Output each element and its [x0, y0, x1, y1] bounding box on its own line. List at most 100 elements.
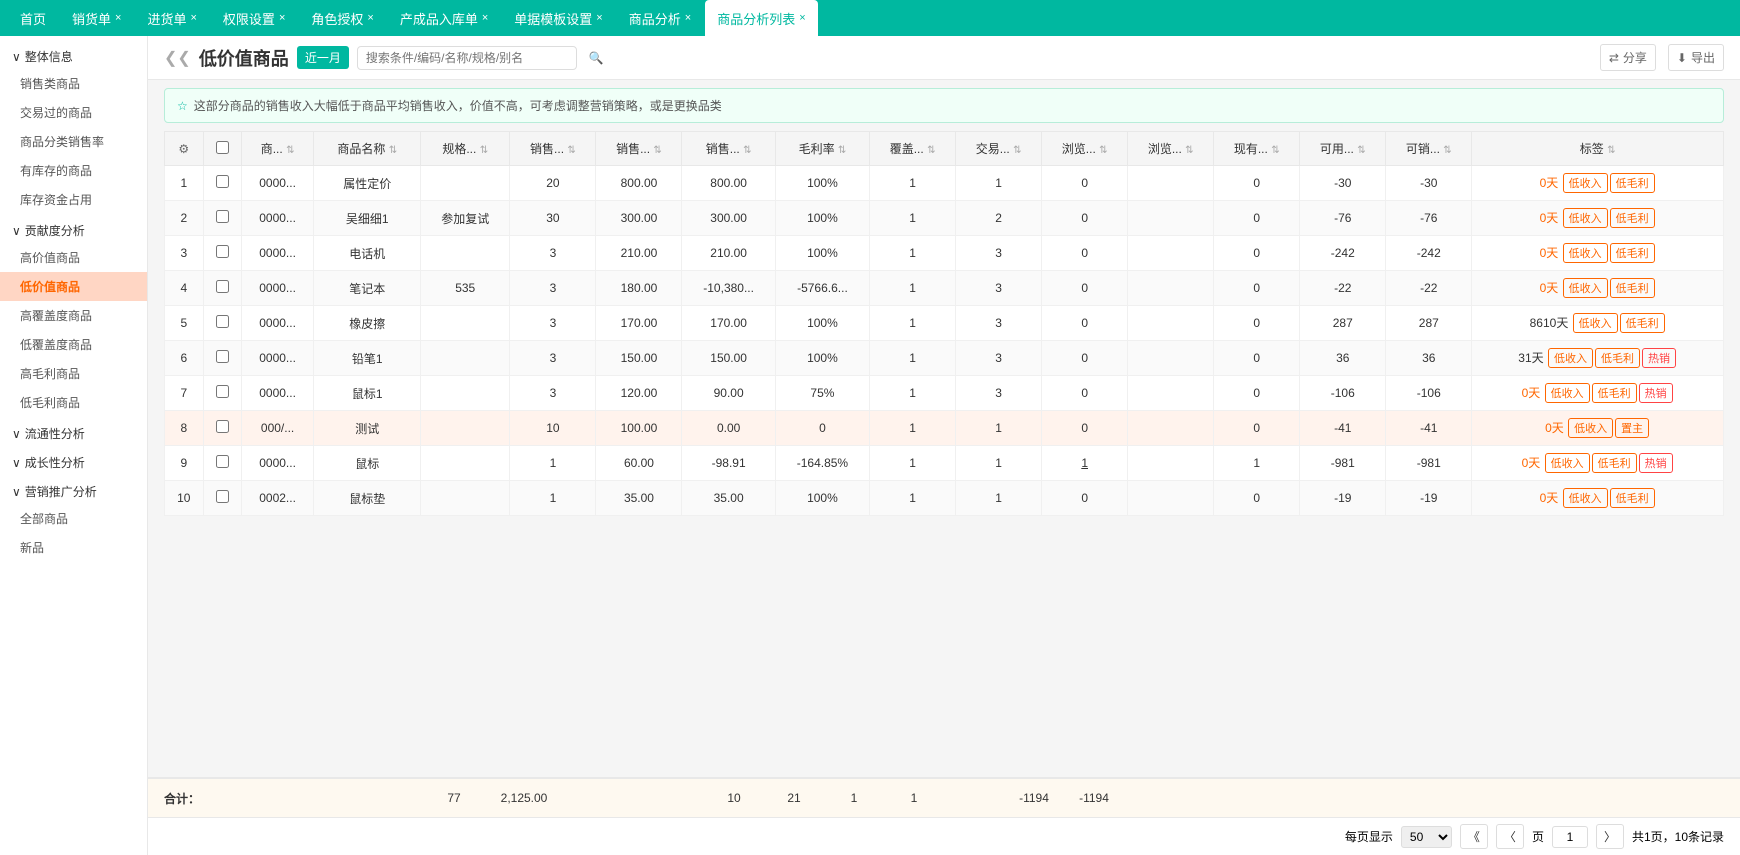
group-label-marketing: 营销推广分析: [25, 483, 97, 500]
sidebar-item-high-margin[interactable]: 高毛利商品: [0, 359, 147, 388]
nav-purchase-order[interactable]: 进货单 ×: [135, 0, 208, 36]
cell-browse2: [1128, 481, 1214, 516]
tag-置主: 置主: [1615, 418, 1649, 438]
nav-close-list[interactable]: ×: [799, 12, 805, 24]
sidebar-collapse-btn[interactable]: ❮❮: [164, 48, 191, 68]
nav-goods-list[interactable]: 商品分析列表 ×: [705, 0, 817, 36]
cell-checkbox[interactable]: [203, 271, 241, 306]
per-page-select[interactable]: 50 100 200: [1401, 826, 1452, 848]
browse-link[interactable]: 1: [1081, 456, 1088, 470]
sidebar-group-growth[interactable]: ∨ 成长性分析: [0, 446, 147, 475]
cell-checkbox[interactable]: [203, 376, 241, 411]
nav-close-purchase[interactable]: ×: [190, 12, 196, 24]
sidebar-group-marketing[interactable]: ∨ 营销推广分析: [0, 475, 147, 504]
nav-close-permission[interactable]: ×: [279, 12, 285, 24]
first-page-btn[interactable]: 《: [1460, 824, 1488, 849]
row-checkbox[interactable]: [216, 315, 229, 328]
row-checkbox[interactable]: [216, 280, 229, 293]
cell-checkbox[interactable]: [203, 236, 241, 271]
col-checkbox[interactable]: [203, 132, 241, 166]
cell-qty: 3: [510, 306, 596, 341]
settings-icon[interactable]: ⚙: [178, 142, 189, 156]
cell-available: -22: [1300, 271, 1386, 306]
nav-close-inbound[interactable]: ×: [482, 12, 488, 24]
col-code[interactable]: 商... ⇅: [241, 132, 314, 166]
sidebar-item-low-value[interactable]: 低价值商品: [0, 272, 147, 301]
sidebar-item-sales-goods[interactable]: 销售类商品: [0, 69, 147, 98]
cell-checkbox[interactable]: [203, 201, 241, 236]
cell-checkbox[interactable]: [203, 411, 241, 446]
col-sales-cost[interactable]: 销售... ⇅: [682, 132, 775, 166]
col-available[interactable]: 可用... ⇅: [1300, 132, 1386, 166]
nav-home[interactable]: 首页: [8, 0, 58, 36]
col-qty[interactable]: 销售... ⇅: [510, 132, 596, 166]
nav-close-role[interactable]: ×: [367, 12, 373, 24]
nav-template-settings[interactable]: 单据模板设置 ×: [502, 0, 614, 36]
nav-product-inbound[interactable]: 产成品入库单 ×: [388, 0, 500, 36]
cell-qty: 3: [510, 341, 596, 376]
sidebar-item-new-goods[interactable]: 新品: [0, 533, 147, 562]
sidebar-group-circulation[interactable]: ∨ 流通性分析: [0, 417, 147, 446]
col-coverage[interactable]: 覆盖... ⇅: [870, 132, 956, 166]
col-gross-rate[interactable]: 毛利率 ⇅: [775, 132, 869, 166]
col-saleable[interactable]: 可销... ⇅: [1386, 132, 1472, 166]
page-input[interactable]: [1552, 826, 1588, 848]
sidebar-item-category-sales[interactable]: 商品分类销售率: [0, 127, 147, 156]
col-current-stock[interactable]: 现有... ⇅: [1214, 132, 1300, 166]
sidebar-item-traded-goods[interactable]: 交易过的商品: [0, 98, 147, 127]
export-button[interactable]: ⬇ 导出: [1668, 44, 1724, 71]
nav-sales-order[interactable]: 销货单 ×: [60, 0, 133, 36]
cell-checkbox[interactable]: [203, 166, 241, 201]
footer-saleable: -1194: [1064, 787, 1124, 809]
row-checkbox[interactable]: [216, 385, 229, 398]
nav-close-goods[interactable]: ×: [685, 12, 691, 24]
sidebar-item-low-coverage[interactable]: 低覆盖度商品: [0, 330, 147, 359]
row-checkbox[interactable]: [216, 350, 229, 363]
col-browse1[interactable]: 浏览... ⇅: [1042, 132, 1128, 166]
row-checkbox[interactable]: [216, 420, 229, 433]
cell-checkbox[interactable]: [203, 446, 241, 481]
row-checkbox[interactable]: [216, 490, 229, 503]
cell-checkbox[interactable]: [203, 481, 241, 516]
col-browse2[interactable]: 浏览... ⇅: [1128, 132, 1214, 166]
cell-browse1: 0: [1042, 341, 1128, 376]
nav-close-sales[interactable]: ×: [115, 12, 121, 24]
sidebar-item-stock-capital[interactable]: 库存资金占用: [0, 185, 147, 214]
row-checkbox[interactable]: [216, 175, 229, 188]
cell-sales-cost: 0.00: [682, 411, 775, 446]
table-wrapper: ⚙ 商... ⇅ 商品名称 ⇅ 规格... ⇅ 销售... ⇅ 销售... ⇅ …: [148, 131, 1740, 777]
nav-goods-analysis[interactable]: 商品分析 ×: [617, 0, 703, 36]
search-icon[interactable]: 🔍: [589, 51, 604, 65]
prev-page-btn[interactable]: 〈: [1496, 824, 1524, 849]
col-name[interactable]: 商品名称 ⇅: [314, 132, 421, 166]
select-all-checkbox[interactable]: [216, 141, 229, 154]
sidebar-item-low-margin[interactable]: 低毛利商品: [0, 388, 147, 417]
sidebar-item-stock-goods[interactable]: 有库存的商品: [0, 156, 147, 185]
nav-permission[interactable]: 权限设置 ×: [211, 0, 297, 36]
row-checkbox[interactable]: [216, 245, 229, 258]
sidebar-group-contribution[interactable]: ∨ 贡献度分析: [0, 214, 147, 243]
search-input[interactable]: [357, 46, 577, 70]
cell-checkbox[interactable]: [203, 341, 241, 376]
next-page-btn[interactable]: 〉: [1596, 824, 1624, 849]
period-button[interactable]: 近一月: [297, 46, 349, 69]
col-sales-amount[interactable]: 销售... ⇅: [596, 132, 682, 166]
nav-role-auth[interactable]: 角色授权 ×: [299, 0, 385, 36]
cell-checkbox[interactable]: [203, 306, 241, 341]
sidebar-group-overall[interactable]: ∨ 整体信息: [0, 40, 147, 69]
tag-热销: 热销: [1639, 383, 1673, 403]
col-tags[interactable]: 标签 ⇅: [1472, 132, 1724, 166]
col-settings[interactable]: ⚙: [165, 132, 204, 166]
col-spec[interactable]: 规格... ⇅: [421, 132, 510, 166]
cell-sales-cost: 210.00: [682, 236, 775, 271]
cell-name: 属性定价: [314, 166, 421, 201]
share-button[interactable]: ⇄ 分享: [1600, 44, 1656, 71]
sidebar-item-all-goods[interactable]: 全部商品: [0, 504, 147, 533]
row-checkbox[interactable]: [216, 455, 229, 468]
nav-close-template[interactable]: ×: [596, 12, 602, 24]
export-icon: ⬇: [1677, 51, 1687, 65]
sidebar-item-high-coverage[interactable]: 高覆盖度商品: [0, 301, 147, 330]
sidebar-item-high-value[interactable]: 高价值商品: [0, 243, 147, 272]
row-checkbox[interactable]: [216, 210, 229, 223]
col-transaction[interactable]: 交易... ⇅: [956, 132, 1042, 166]
